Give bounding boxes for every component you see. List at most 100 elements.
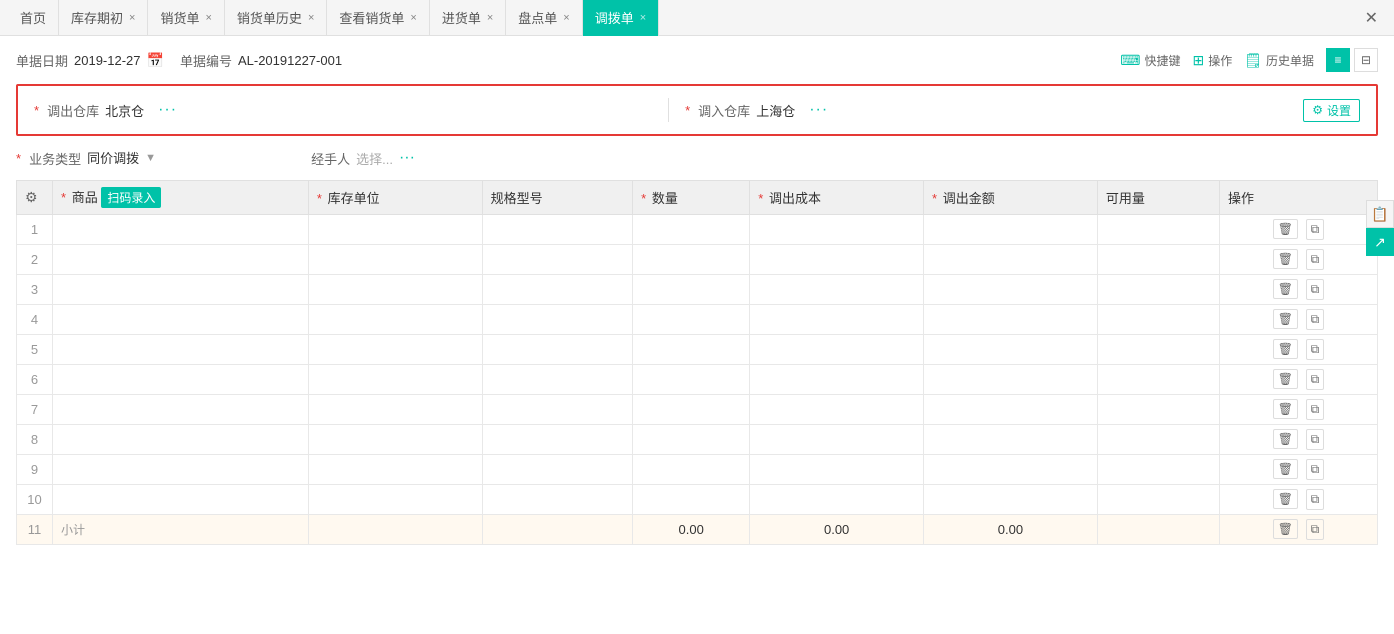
warehouse-out-value[interactable]: 北京仓: [105, 101, 144, 120]
history-btn[interactable]: 🗒 历史单据: [1244, 52, 1314, 69]
row-7-spec[interactable]: [482, 395, 632, 425]
row-2-product[interactable]: [53, 245, 309, 275]
row-1-delete-btn[interactable]: 🗑: [1273, 219, 1298, 239]
float-expand-btn[interactable]: ↗: [1366, 228, 1394, 256]
settings-button[interactable]: ⚙ 设置: [1303, 99, 1360, 122]
row-3-amount[interactable]: [924, 275, 1098, 305]
shortcuts-btn[interactable]: ⌨ 快捷键: [1120, 52, 1180, 69]
row-10-copy-btn[interactable]: ⧉: [1306, 489, 1325, 510]
warehouse-in-more-btn[interactable]: ···: [809, 101, 828, 119]
row-5-quantity[interactable]: [633, 335, 750, 365]
row-9-copy-btn[interactable]: ⧉: [1306, 459, 1325, 480]
row-11-spec[interactable]: [482, 515, 632, 545]
row-4-cost[interactable]: [750, 305, 924, 335]
tab-sales-history[interactable]: 销货单历史 ×: [225, 0, 327, 36]
row-5-cost[interactable]: [750, 335, 924, 365]
row-9-delete-btn[interactable]: 🗑: [1273, 459, 1298, 479]
window-close-button[interactable]: ✕: [1357, 8, 1386, 28]
operations-btn[interactable]: ⊞ 操作: [1192, 52, 1232, 69]
row-8-quantity[interactable]: [633, 425, 750, 455]
row-1-product[interactable]: [53, 215, 309, 245]
row-4-amount[interactable]: [924, 305, 1098, 335]
row-4-delete-btn[interactable]: 🗑: [1273, 309, 1298, 329]
row-3-quantity[interactable]: [633, 275, 750, 305]
calendar-icon[interactable]: 📅: [147, 52, 164, 69]
row-4-product[interactable]: [53, 305, 309, 335]
row-3-spec[interactable]: [482, 275, 632, 305]
row-1-copy-btn[interactable]: ⧉: [1306, 219, 1325, 240]
row-1-amount[interactable]: [924, 215, 1098, 245]
row-3-cost[interactable]: [750, 275, 924, 305]
row-4-spec[interactable]: [482, 305, 632, 335]
list-view-btn[interactable]: ≡: [1326, 48, 1350, 72]
row-1-spec[interactable]: [482, 215, 632, 245]
row-7-quantity[interactable]: [633, 395, 750, 425]
row-3-copy-btn[interactable]: ⧉: [1306, 279, 1325, 300]
table-scroll-container[interactable]: ⚙ * 商品 扫码录入 * 库存单位 规格型号 *: [16, 180, 1378, 545]
row-3-unit[interactable]: [308, 275, 482, 305]
row-9-spec[interactable]: [482, 455, 632, 485]
date-value[interactable]: 2019-12-27: [74, 53, 141, 68]
row-1-cost[interactable]: [750, 215, 924, 245]
row-2-copy-btn[interactable]: ⧉: [1306, 249, 1325, 270]
row-10-cost[interactable]: [750, 485, 924, 515]
row-10-delete-btn[interactable]: 🗑: [1273, 489, 1298, 509]
tab-purchase-order-close[interactable]: ×: [487, 12, 493, 24]
row-6-spec[interactable]: [482, 365, 632, 395]
row-7-unit[interactable]: [308, 395, 482, 425]
row-2-amount[interactable]: [924, 245, 1098, 275]
row-9-amount[interactable]: [924, 455, 1098, 485]
row-6-cost[interactable]: [750, 365, 924, 395]
row-2-cost[interactable]: [750, 245, 924, 275]
row-5-available[interactable]: [1097, 335, 1219, 365]
row-10-product[interactable]: [53, 485, 309, 515]
row-10-quantity[interactable]: [633, 485, 750, 515]
row-9-quantity[interactable]: [633, 455, 750, 485]
warehouse-out-more-btn[interactable]: ···: [158, 101, 177, 119]
row-11-product[interactable]: 小计: [53, 515, 309, 545]
row-4-quantity[interactable]: [633, 305, 750, 335]
row-7-available[interactable]: [1097, 395, 1219, 425]
row-5-amount[interactable]: [924, 335, 1098, 365]
row-5-delete-btn[interactable]: 🗑: [1273, 339, 1298, 359]
row-6-unit[interactable]: [308, 365, 482, 395]
row-9-unit[interactable]: [308, 455, 482, 485]
scan-entry-btn[interactable]: 扫码录入: [101, 187, 161, 208]
row-7-cost[interactable]: [750, 395, 924, 425]
tab-transfer-order[interactable]: 调拨单 ×: [583, 0, 659, 36]
row-8-product[interactable]: [53, 425, 309, 455]
tab-inventory-count-close[interactable]: ×: [563, 12, 569, 24]
row-7-product[interactable]: [53, 395, 309, 425]
row-8-spec[interactable]: [482, 425, 632, 455]
row-6-available[interactable]: [1097, 365, 1219, 395]
row-2-unit[interactable]: [308, 245, 482, 275]
row-4-unit[interactable]: [308, 305, 482, 335]
row-8-available[interactable]: [1097, 425, 1219, 455]
tab-inventory-init-close[interactable]: ×: [129, 12, 135, 24]
row-5-spec[interactable]: [482, 335, 632, 365]
row-6-copy-btn[interactable]: ⧉: [1306, 369, 1325, 390]
tab-purchase-order[interactable]: 进货单 ×: [430, 0, 506, 36]
tab-inventory-count[interactable]: 盘点单 ×: [506, 0, 582, 36]
th-settings[interactable]: ⚙: [17, 181, 53, 215]
row-2-spec[interactable]: [482, 245, 632, 275]
row-9-available[interactable]: [1097, 455, 1219, 485]
business-type-dropdown-arrow[interactable]: ▼: [145, 152, 156, 164]
row-2-delete-btn[interactable]: 🗑: [1273, 249, 1298, 269]
row-8-copy-btn[interactable]: ⧉: [1306, 429, 1325, 450]
row-4-copy-btn[interactable]: ⧉: [1306, 309, 1325, 330]
tab-home[interactable]: 首页: [8, 0, 59, 36]
row-10-unit[interactable]: [308, 485, 482, 515]
row-1-quantity[interactable]: [633, 215, 750, 245]
handler-placeholder[interactable]: 选择...: [356, 149, 393, 168]
row-11-copy-btn[interactable]: ⧉: [1306, 519, 1325, 540]
business-type-select[interactable]: 同价调拨 ▼: [87, 148, 287, 168]
row-8-unit[interactable]: [308, 425, 482, 455]
row-8-amount[interactable]: [924, 425, 1098, 455]
tab-sales-order-close[interactable]: ×: [205, 12, 211, 24]
row-3-delete-btn[interactable]: 🗑: [1273, 279, 1298, 299]
row-6-amount[interactable]: [924, 365, 1098, 395]
row-7-amount[interactable]: [924, 395, 1098, 425]
row-10-available[interactable]: [1097, 485, 1219, 515]
tab-sales-history-close[interactable]: ×: [308, 12, 314, 24]
